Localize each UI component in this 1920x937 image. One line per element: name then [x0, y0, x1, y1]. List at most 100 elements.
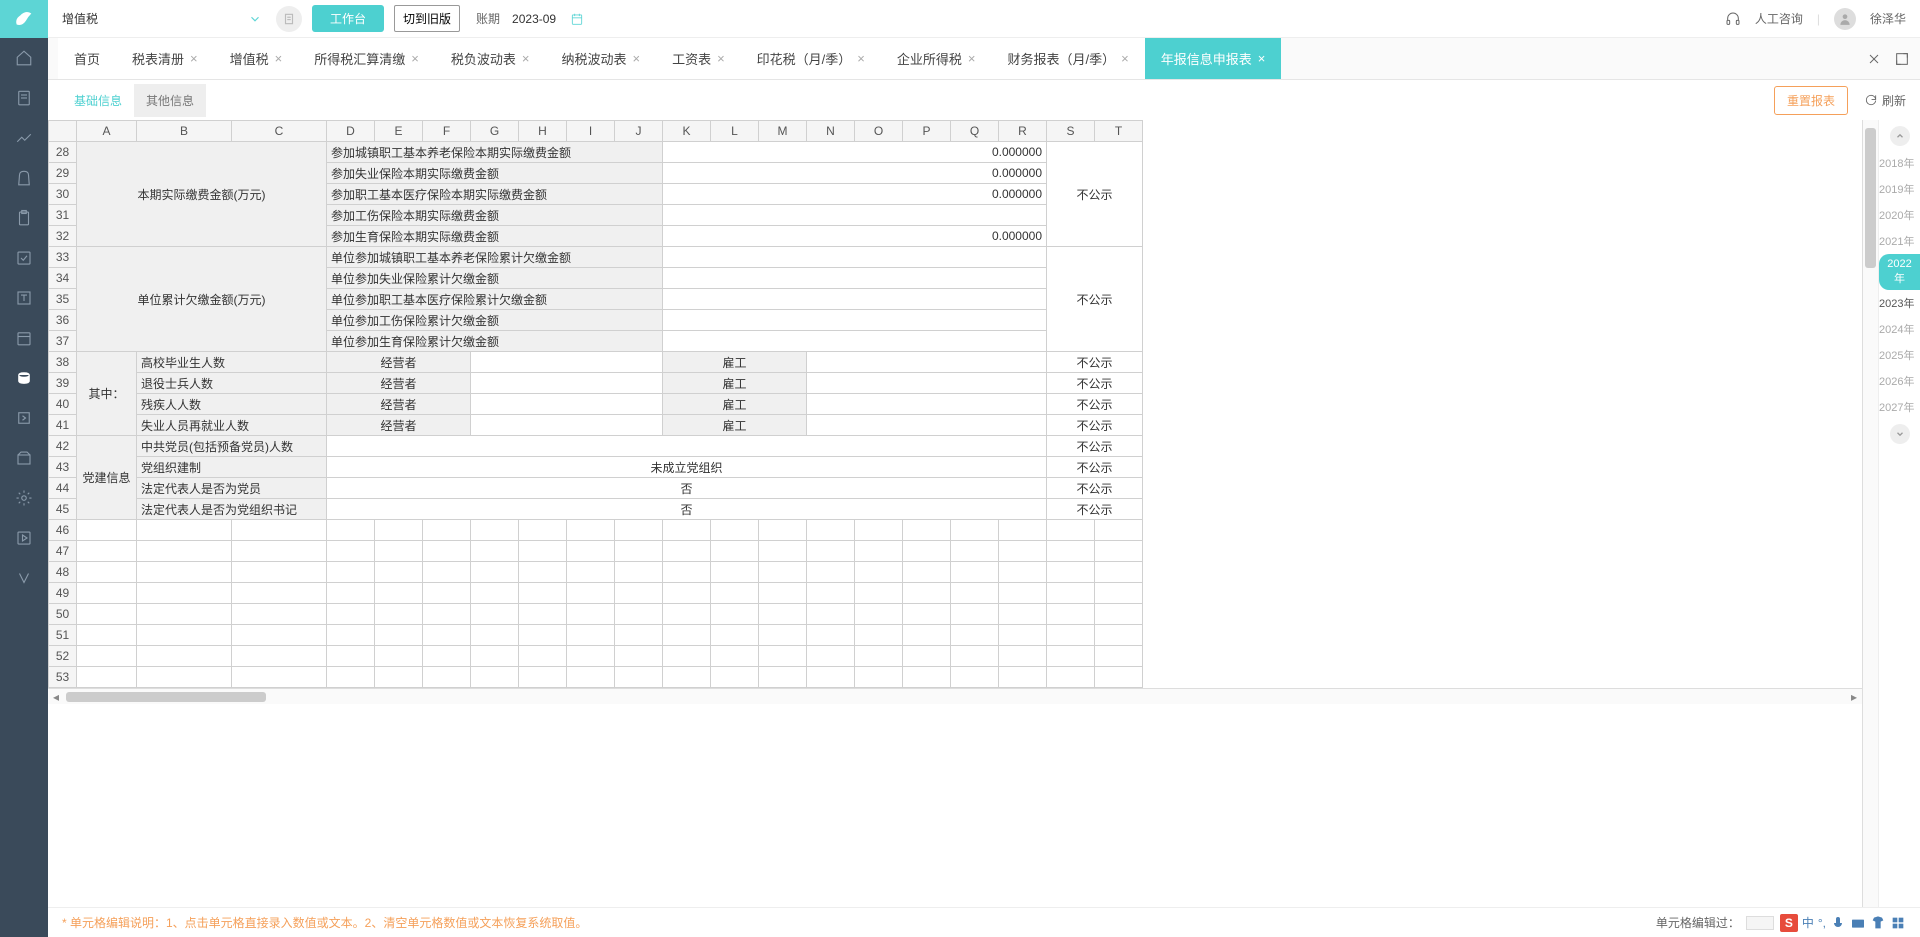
- empty-cell[interactable]: [232, 625, 327, 646]
- headset-icon[interactable]: [1725, 11, 1741, 27]
- empty-cell[interactable]: [137, 583, 232, 604]
- empty-cell[interactable]: [903, 541, 951, 562]
- empty-cell[interactable]: [615, 625, 663, 646]
- horizontal-scrollbar[interactable]: ◂ ▸: [48, 688, 1862, 704]
- tabs-close-icon[interactable]: [1866, 51, 1882, 67]
- col-header[interactable]: P: [903, 121, 951, 142]
- row-header[interactable]: 48: [49, 562, 77, 583]
- disclose-dropdown[interactable]: 不公示: [1047, 394, 1143, 415]
- empty-cell[interactable]: [711, 667, 759, 688]
- empty-cell[interactable]: [903, 562, 951, 583]
- empty-cell[interactable]: [232, 667, 327, 688]
- empty-cell[interactable]: [615, 520, 663, 541]
- nav-export-icon[interactable]: [0, 398, 48, 438]
- empty-cell[interactable]: [1047, 646, 1095, 667]
- year-item[interactable]: 2021年: [1879, 228, 1920, 254]
- empty-cell[interactable]: [137, 625, 232, 646]
- nav-bag-icon[interactable]: [0, 158, 48, 198]
- row-header[interactable]: 33: [49, 247, 77, 268]
- row-label[interactable]: 单位参加生育保险累计欠缴金额: [327, 331, 663, 352]
- empty-cell[interactable]: [327, 646, 375, 667]
- empty-cell[interactable]: [423, 667, 471, 688]
- empty-cell[interactable]: [375, 520, 423, 541]
- operator-cell[interactable]: 经营者: [327, 394, 471, 415]
- empty-cell[interactable]: [327, 667, 375, 688]
- col-header[interactable]: R: [999, 121, 1047, 142]
- empty-cell[interactable]: [137, 667, 232, 688]
- tabs-expand-icon[interactable]: [1894, 51, 1910, 67]
- tab-close-icon[interactable]: ×: [632, 51, 640, 66]
- empty-cell[interactable]: [663, 646, 711, 667]
- empty-cell[interactable]: [567, 625, 615, 646]
- tab[interactable]: 财务报表（月/季）×: [992, 38, 1145, 79]
- empty-cell[interactable]: [423, 583, 471, 604]
- empty-cell[interactable]: [855, 583, 903, 604]
- nav-text-icon[interactable]: [0, 278, 48, 318]
- empty-cell[interactable]: [807, 520, 855, 541]
- row-label[interactable]: 单位参加城镇职工基本养老保险累计欠缴金额: [327, 247, 663, 268]
- empty-cell[interactable]: [759, 646, 807, 667]
- year-item[interactable]: 2022年: [1879, 254, 1920, 290]
- tab-close-icon[interactable]: ×: [1258, 51, 1266, 66]
- tab-close-icon[interactable]: ×: [190, 51, 198, 66]
- empty-cell[interactable]: [471, 583, 519, 604]
- row-header[interactable]: 34: [49, 268, 77, 289]
- row-header[interactable]: 51: [49, 625, 77, 646]
- empty-cell[interactable]: [77, 520, 137, 541]
- row-header[interactable]: 30: [49, 184, 77, 205]
- empty-cell[interactable]: [711, 562, 759, 583]
- row-label[interactable]: 法定代表人是否为党员: [137, 478, 327, 499]
- empty-cell[interactable]: [519, 667, 567, 688]
- empty-cell[interactable]: [759, 541, 807, 562]
- value-cell[interactable]: [471, 415, 663, 436]
- empty-cell[interactable]: [232, 562, 327, 583]
- year-item[interactable]: 2027年: [1879, 394, 1920, 420]
- empty-cell[interactable]: [999, 667, 1047, 688]
- empty-cell[interactable]: [1095, 646, 1143, 667]
- empty-cell[interactable]: [471, 604, 519, 625]
- col-header[interactable]: I: [567, 121, 615, 142]
- empty-cell[interactable]: [423, 646, 471, 667]
- row-label[interactable]: 党组织建制: [137, 457, 327, 478]
- col-header[interactable]: K: [663, 121, 711, 142]
- empty-cell[interactable]: [759, 604, 807, 625]
- empty-cell[interactable]: [567, 646, 615, 667]
- row-header[interactable]: 53: [49, 667, 77, 688]
- empty-cell[interactable]: [471, 541, 519, 562]
- row-header[interactable]: 41: [49, 415, 77, 436]
- empty-cell[interactable]: [663, 541, 711, 562]
- empty-cell[interactable]: [1095, 625, 1143, 646]
- empty-cell[interactable]: [999, 583, 1047, 604]
- row-header[interactable]: 31: [49, 205, 77, 226]
- vertical-scrollbar[interactable]: [1862, 120, 1878, 907]
- empty-cell[interactable]: [137, 541, 232, 562]
- empty-cell[interactable]: [327, 604, 375, 625]
- value-cell[interactable]: [663, 331, 1047, 352]
- year-item[interactable]: 2023年: [1879, 290, 1920, 316]
- row-header[interactable]: 42: [49, 436, 77, 457]
- ime-indicator[interactable]: S 中 °,: [1780, 914, 1906, 932]
- empty-cell[interactable]: [519, 604, 567, 625]
- row-label[interactable]: 法定代表人是否为党组织书记: [137, 499, 327, 520]
- empty-cell[interactable]: [903, 583, 951, 604]
- tab[interactable]: 税表清册×: [116, 38, 214, 79]
- empty-cell[interactable]: [615, 562, 663, 583]
- tab[interactable]: 税负波动表×: [435, 38, 546, 79]
- empty-cell[interactable]: [999, 604, 1047, 625]
- row-label[interactable]: 参加工伤保险本期实际缴费金额: [327, 205, 663, 226]
- empty-cell[interactable]: [711, 646, 759, 667]
- empty-cell[interactable]: [1047, 562, 1095, 583]
- col-header[interactable]: Q: [951, 121, 999, 142]
- empty-cell[interactable]: [1047, 604, 1095, 625]
- empty-cell[interactable]: [1095, 604, 1143, 625]
- period-value[interactable]: 2023-09: [512, 12, 556, 26]
- nav-home-icon[interactable]: [0, 38, 48, 78]
- empty-cell[interactable]: [519, 562, 567, 583]
- empty-cell[interactable]: [663, 583, 711, 604]
- nav-clipboard-icon[interactable]: [0, 198, 48, 238]
- tab-close-icon[interactable]: ×: [1121, 51, 1129, 66]
- empty-cell[interactable]: [759, 520, 807, 541]
- employee-cell[interactable]: 雇工: [663, 352, 807, 373]
- empty-cell[interactable]: [903, 520, 951, 541]
- tab[interactable]: 工资表×: [656, 38, 741, 79]
